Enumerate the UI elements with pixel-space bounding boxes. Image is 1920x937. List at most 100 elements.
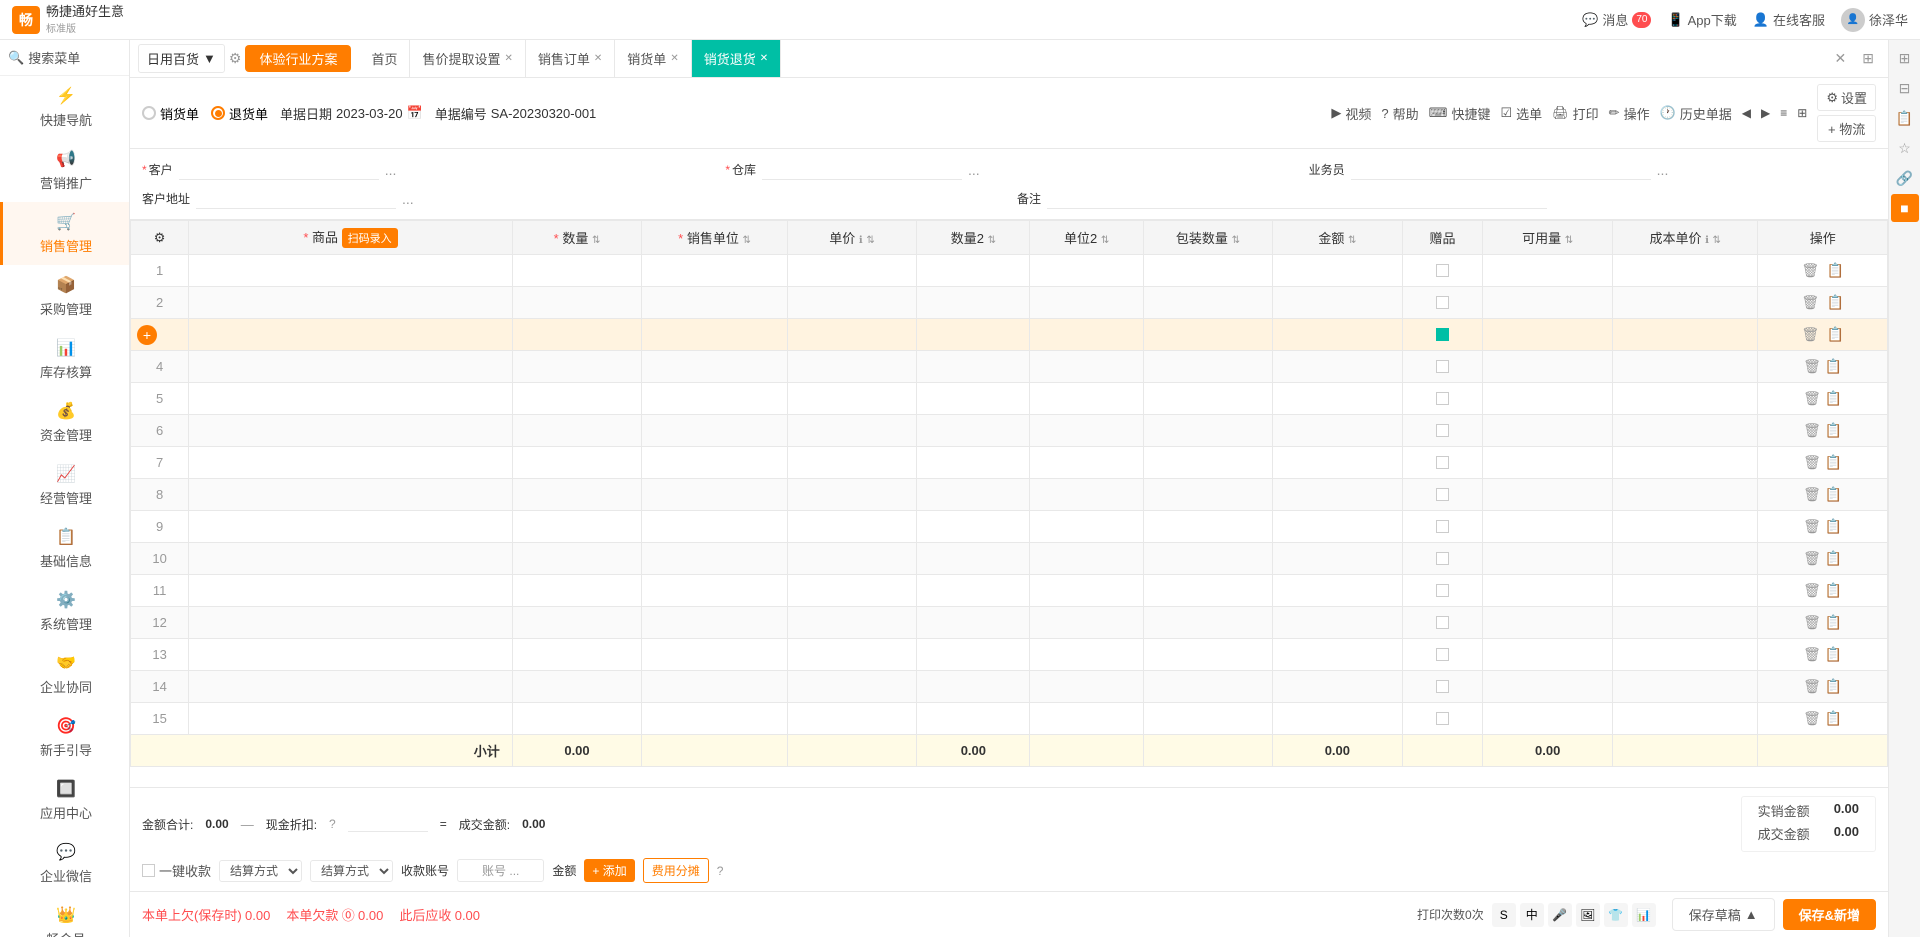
tab-sales-return-close[interactable]: ✕: [760, 53, 768, 64]
pack-qty-cell-active[interactable]: [1143, 319, 1272, 351]
copy-btn[interactable]: 📋: [1823, 676, 1844, 697]
sidebar-item-wechat[interactable]: 💬 企业微信: [0, 832, 129, 895]
sidebar-search[interactable]: 🔍 搜索菜单: [0, 40, 129, 76]
online-service-btn[interactable]: 👤 在线客服: [1753, 10, 1825, 29]
sidebar-item-system[interactable]: ⚙️ 系统管理: [0, 580, 129, 643]
toolbar-view-list[interactable]: ≡: [1780, 106, 1787, 120]
tab-close-all-icon[interactable]: ✕: [1829, 48, 1853, 69]
copy-btn[interactable]: 📋: [1823, 452, 1844, 473]
qty2-cell[interactable]: [917, 255, 1030, 287]
gift-checkbox[interactable]: [1436, 584, 1449, 597]
toolbar-help[interactable]: ? 帮助: [1381, 104, 1418, 123]
product-cell[interactable]: [189, 287, 513, 319]
tab-sales-out-close[interactable]: ✕: [670, 53, 678, 64]
copy-btn[interactable]: 📋: [1823, 548, 1844, 569]
settings-gear-icon[interactable]: ⚙: [229, 50, 242, 67]
tab-more-icon[interactable]: ⊞: [1856, 48, 1880, 69]
toolbar-history[interactable]: 🕐 历史单据: [1660, 104, 1732, 123]
bottom-icon-shirt[interactable]: 👕: [1604, 903, 1628, 927]
copy-btn[interactable]: 📋: [1823, 516, 1844, 537]
copy-btn[interactable]: 📋: [1825, 292, 1846, 313]
customer-addr-input[interactable]: [196, 188, 396, 209]
user-area[interactable]: 👤 徐泽华: [1841, 8, 1908, 32]
th-qty-sort-icon[interactable]: ⇅: [592, 235, 600, 246]
gift-checkbox[interactable]: [1436, 680, 1449, 693]
experience-btn[interactable]: 体验行业方案: [245, 45, 351, 72]
delete-btn[interactable]: 🗑: [1799, 292, 1821, 313]
account-dotted[interactable]: 账号 ...: [457, 859, 544, 882]
copy-btn[interactable]: 📋: [1823, 708, 1844, 729]
right-sidebar-list[interactable]: 📋: [1891, 104, 1919, 132]
th-gear[interactable]: ⚙: [131, 221, 189, 255]
th-unit2-sort-icon[interactable]: ⇅: [1101, 235, 1109, 246]
tab-sales-return[interactable]: 销货退货 ✕: [692, 40, 781, 77]
sidebar-item-apps[interactable]: 🔲 应用中心: [0, 769, 129, 832]
delete-btn[interactable]: 🗑: [1801, 644, 1823, 665]
right-sidebar-link[interactable]: 🔗: [1891, 164, 1919, 192]
gift-checkbox[interactable]: [1436, 616, 1449, 629]
th-pack-sort-icon[interactable]: ⇅: [1232, 235, 1240, 246]
delete-btn[interactable]: 🗑: [1801, 580, 1823, 601]
radio-return[interactable]: 退货单: [211, 104, 268, 123]
cost-price-cell[interactable]: [1612, 255, 1758, 287]
gift-checkbox[interactable]: [1436, 552, 1449, 565]
notes-input[interactable]: [1047, 188, 1547, 209]
th-amount-sort-icon[interactable]: ⇅: [1348, 235, 1356, 246]
settings-btn[interactable]: ⚙ 设置: [1817, 84, 1876, 111]
th-cost-sort-icon[interactable]: ⇅: [1713, 235, 1721, 246]
pack-qty-cell[interactable]: [1143, 287, 1272, 319]
customer-dots[interactable]: ...: [385, 162, 397, 178]
calendar-icon[interactable]: 📅: [407, 105, 423, 121]
gift-checkbox[interactable]: [1436, 520, 1449, 533]
sales-unit-cell-active[interactable]: [642, 319, 788, 351]
daily-goods-dropdown[interactable]: 日用百货 ▼: [138, 44, 225, 73]
gift-checkbox[interactable]: [1436, 456, 1449, 469]
bottom-icon-zh[interactable]: 中: [1520, 903, 1544, 927]
gift-checkbox[interactable]: [1436, 424, 1449, 437]
cost-price-cell[interactable]: [1612, 287, 1758, 319]
unit2-cell[interactable]: [1030, 287, 1143, 319]
available-cell[interactable]: [1483, 287, 1612, 319]
copy-btn[interactable]: 📋: [1823, 580, 1844, 601]
sidebar-item-finance[interactable]: 💰 资金管理: [0, 391, 129, 454]
delete-btn[interactable]: 🗑: [1801, 388, 1823, 409]
copy-btn[interactable]: 📋: [1823, 420, 1844, 441]
th-qty2-sort-icon[interactable]: ⇅: [988, 235, 996, 246]
warehouse-dots[interactable]: ...: [968, 162, 980, 178]
product-cell[interactable]: [189, 255, 513, 287]
gift-checkbox[interactable]: [1436, 392, 1449, 405]
pack-qty-cell[interactable]: [1143, 255, 1272, 287]
cash-discount-input[interactable]: [348, 817, 428, 832]
right-sidebar-grid2[interactable]: ⊟: [1891, 74, 1919, 102]
bottom-icon-mic[interactable]: 🎤: [1548, 903, 1572, 927]
toolbar-nav-next[interactable]: ▶: [1761, 106, 1770, 120]
one-click-pay-check[interactable]: [142, 864, 155, 877]
unit-price-cell-active[interactable]: [787, 319, 916, 351]
product-cell-active[interactable]: [189, 319, 513, 351]
bottom-icon-chart[interactable]: 📊: [1632, 903, 1656, 927]
warehouse-input[interactable]: 总仓: [762, 159, 962, 180]
one-click-pay-checkbox[interactable]: 一键收款: [142, 861, 211, 880]
th-price-sort-icon[interactable]: ⇅: [866, 235, 874, 246]
amount-cell[interactable]: [1273, 255, 1402, 287]
copy-btn[interactable]: 📋: [1825, 260, 1846, 281]
copy-btn-active[interactable]: 📋: [1825, 324, 1846, 345]
th-cost-info-icon[interactable]: ℹ: [1705, 235, 1709, 246]
th-price-info-icon[interactable]: ℹ: [859, 235, 863, 246]
copy-btn[interactable]: 📋: [1823, 356, 1844, 377]
th-unit-sort-icon[interactable]: ⇅: [742, 235, 750, 246]
right-sidebar-grid1[interactable]: ⊞: [1891, 44, 1919, 72]
unit2-cell-active[interactable]: [1030, 319, 1143, 351]
qty2-cell[interactable]: [917, 287, 1030, 319]
sidebar-item-sales[interactable]: 🛒 销售管理: [0, 202, 129, 265]
right-sidebar-star[interactable]: ☆: [1891, 134, 1919, 162]
sidebar-item-operations[interactable]: 📈 经营管理: [0, 454, 129, 517]
sidebar-item-member[interactable]: 👑 畅会员: [0, 895, 129, 937]
toolbar-operation[interactable]: ✏ 操作: [1609, 104, 1650, 123]
sales-unit-cell[interactable]: [642, 255, 788, 287]
tab-price-close[interactable]: ✕: [505, 53, 513, 64]
sidebar-item-inventory[interactable]: 📊 库存核算: [0, 328, 129, 391]
delete-btn[interactable]: 🗑: [1799, 260, 1821, 281]
qty2-cell-active[interactable]: [917, 319, 1030, 351]
delete-btn-active[interactable]: 🗑: [1799, 324, 1821, 345]
